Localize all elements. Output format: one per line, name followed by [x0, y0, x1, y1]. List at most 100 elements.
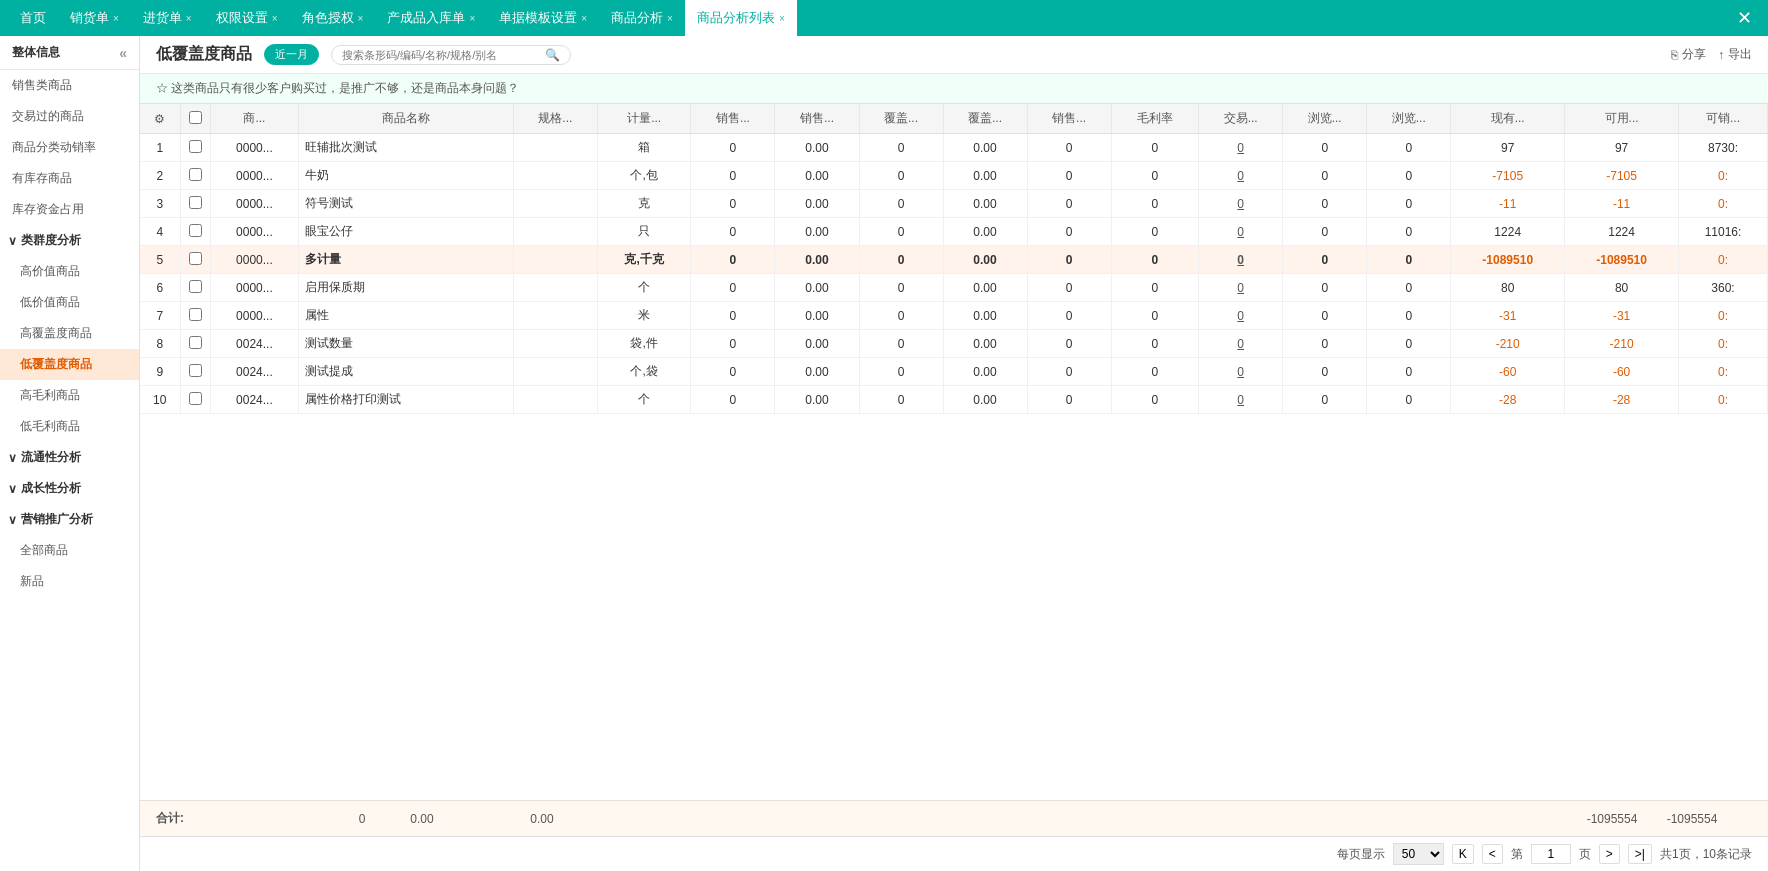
th-stock2[interactable]: 可用...: [1565, 104, 1679, 134]
th-cover2[interactable]: 覆盖...: [943, 104, 1027, 134]
cell-s7[interactable]: 0: [1199, 134, 1283, 162]
cell-s5: 0: [1027, 218, 1111, 246]
per-page-label: 每页显示: [1337, 846, 1385, 863]
per-page-select[interactable]: 50 20 100: [1393, 843, 1444, 865]
sidebar-item-成长性分析[interactable]: ∨ 成长性分析: [0, 473, 139, 504]
sidebar-item-高覆盖度商品[interactable]: 高覆盖度商品: [0, 318, 139, 349]
nav-tab-首页[interactable]: 首页: [8, 0, 58, 36]
cell-unit: 袋,件: [597, 330, 691, 358]
export-button[interactable]: ↑ 导出: [1718, 46, 1752, 63]
table-container[interactable]: ⚙ 商... 商品名称 规格... 计量... 销售... 销售... 覆盖..…: [140, 104, 1768, 800]
cell-s7[interactable]: 0: [1199, 330, 1283, 358]
cell-check[interactable]: [180, 246, 210, 274]
cell-s4: 0.00: [943, 162, 1027, 190]
cell-no: 1: [140, 134, 180, 162]
cell-s7[interactable]: 0: [1199, 218, 1283, 246]
cell-check[interactable]: [180, 274, 210, 302]
nav-tab-close-产成品入库单[interactable]: ×: [469, 13, 475, 24]
next-page-button[interactable]: >: [1599, 844, 1620, 864]
prev-page-button[interactable]: <: [1482, 844, 1503, 864]
sidebar-item-类群度分析[interactable]: ∨ 类群度分析: [0, 225, 139, 256]
th-cover1[interactable]: 覆盖...: [859, 104, 943, 134]
cell-s5: 0: [1027, 246, 1111, 274]
share-button[interactable]: ⎘ 分享: [1671, 46, 1706, 63]
nav-tab-商品分析[interactable]: 商品分析×: [599, 0, 685, 36]
sidebar-item-新品[interactable]: 新品: [0, 566, 139, 597]
cell-s12: 0:: [1679, 190, 1768, 218]
th-trade[interactable]: 交易...: [1199, 104, 1283, 134]
sidebar-item-低毛利商品[interactable]: 低毛利商品: [0, 411, 139, 442]
cell-check[interactable]: [180, 162, 210, 190]
footer-s4: 0.00: [512, 812, 572, 826]
th-sales2[interactable]: 销售...: [775, 104, 859, 134]
th-browse2[interactable]: 浏览...: [1367, 104, 1451, 134]
nav-tab-close-商品分析[interactable]: ×: [667, 13, 673, 24]
sidebar-item-销售类商品[interactable]: 销售类商品: [0, 70, 139, 101]
sidebar-item-流通性分析[interactable]: ∨ 流通性分析: [0, 442, 139, 473]
select-all-checkbox[interactable]: [189, 111, 202, 124]
cell-code: 0024...: [210, 386, 299, 414]
cell-name: 测试数量: [299, 330, 514, 358]
th-gross[interactable]: 毛利率: [1111, 104, 1199, 134]
th-name[interactable]: 商品名称: [299, 104, 514, 134]
sidebar-item-商品分类动销率[interactable]: 商品分类动销率: [0, 132, 139, 163]
time-filter-button[interactable]: 近一月: [264, 44, 319, 65]
sidebar-item-低覆盖度商品[interactable]: 低覆盖度商品: [0, 349, 139, 380]
th-stock3[interactable]: 可销...: [1679, 104, 1768, 134]
nav-tab-close-权限设置[interactable]: ×: [272, 13, 278, 24]
search-input[interactable]: [342, 49, 541, 61]
cell-check[interactable]: [180, 330, 210, 358]
cell-s7[interactable]: 0: [1199, 162, 1283, 190]
nav-tab-角色授权[interactable]: 角色授权×: [290, 0, 376, 36]
cell-check[interactable]: [180, 302, 210, 330]
cell-s7[interactable]: 0: [1199, 358, 1283, 386]
th-settings[interactable]: ⚙: [140, 104, 180, 134]
nav-tab-close-角色授权[interactable]: ×: [358, 13, 364, 24]
data-table: ⚙ 商... 商品名称 规格... 计量... 销售... 销售... 覆盖..…: [140, 104, 1768, 414]
nav-tab-close-进货单[interactable]: ×: [186, 13, 192, 24]
sidebar-item-库存资金占用[interactable]: 库存资金占用: [0, 194, 139, 225]
nav-tab-close-销货单[interactable]: ×: [113, 13, 119, 24]
nav-tab-进货单[interactable]: 进货单×: [131, 0, 204, 36]
th-spec[interactable]: 规格...: [513, 104, 597, 134]
cell-s7[interactable]: 0: [1199, 302, 1283, 330]
nav-tab-单据模板设置[interactable]: 单据模板设置×: [487, 0, 599, 36]
th-sales1[interactable]: 销售...: [691, 104, 775, 134]
nav-tab-销货单[interactable]: 销货单×: [58, 0, 131, 36]
page-number-input[interactable]: [1531, 844, 1571, 864]
window-close-button[interactable]: ✕: [1729, 7, 1760, 29]
th-unit[interactable]: 计量...: [597, 104, 691, 134]
cell-s7[interactable]: 0: [1199, 246, 1283, 274]
sidebar-item-高毛利商品[interactable]: 高毛利商品: [0, 380, 139, 411]
th-browse1[interactable]: 浏览...: [1283, 104, 1367, 134]
nav-tab-close-商品分析列表[interactable]: ×: [779, 13, 785, 24]
cell-check[interactable]: [180, 190, 210, 218]
last-page-button[interactable]: >|: [1628, 844, 1652, 864]
sidebar-item-全部商品[interactable]: 全部商品: [0, 535, 139, 566]
sidebar-item-交易过的商品[interactable]: 交易过的商品: [0, 101, 139, 132]
cell-check[interactable]: [180, 134, 210, 162]
th-code[interactable]: 商...: [210, 104, 299, 134]
nav-tab-产成品入库单[interactable]: 产成品入库单×: [375, 0, 487, 36]
search-icon[interactable]: 🔍: [545, 48, 560, 62]
cell-check[interactable]: [180, 218, 210, 246]
cell-code: 0024...: [210, 358, 299, 386]
cell-s12: 0:: [1679, 302, 1768, 330]
cell-s7[interactable]: 0: [1199, 386, 1283, 414]
cell-s7[interactable]: 0: [1199, 190, 1283, 218]
first-page-button[interactable]: K: [1452, 844, 1474, 864]
cell-check[interactable]: [180, 386, 210, 414]
th-sales3[interactable]: 销售...: [1027, 104, 1111, 134]
nav-tab-权限设置[interactable]: 权限设置×: [204, 0, 290, 36]
sidebar-collapse-button[interactable]: «: [119, 45, 127, 61]
sidebar-item-有库存商品[interactable]: 有库存商品: [0, 163, 139, 194]
sidebar-item-高价值商品[interactable]: 高价值商品: [0, 256, 139, 287]
sidebar-item-低价值商品[interactable]: 低价值商品: [0, 287, 139, 318]
th-stock1[interactable]: 现有...: [1451, 104, 1565, 134]
sidebar-item-营销推广分析[interactable]: ∨ 营销推广分析: [0, 504, 139, 535]
th-checkbox[interactable]: [180, 104, 210, 134]
nav-tab-close-单据模板设置[interactable]: ×: [581, 13, 587, 24]
nav-tab-商品分析列表[interactable]: 商品分析列表×: [685, 0, 797, 36]
cell-check[interactable]: [180, 358, 210, 386]
cell-s7[interactable]: 0: [1199, 274, 1283, 302]
